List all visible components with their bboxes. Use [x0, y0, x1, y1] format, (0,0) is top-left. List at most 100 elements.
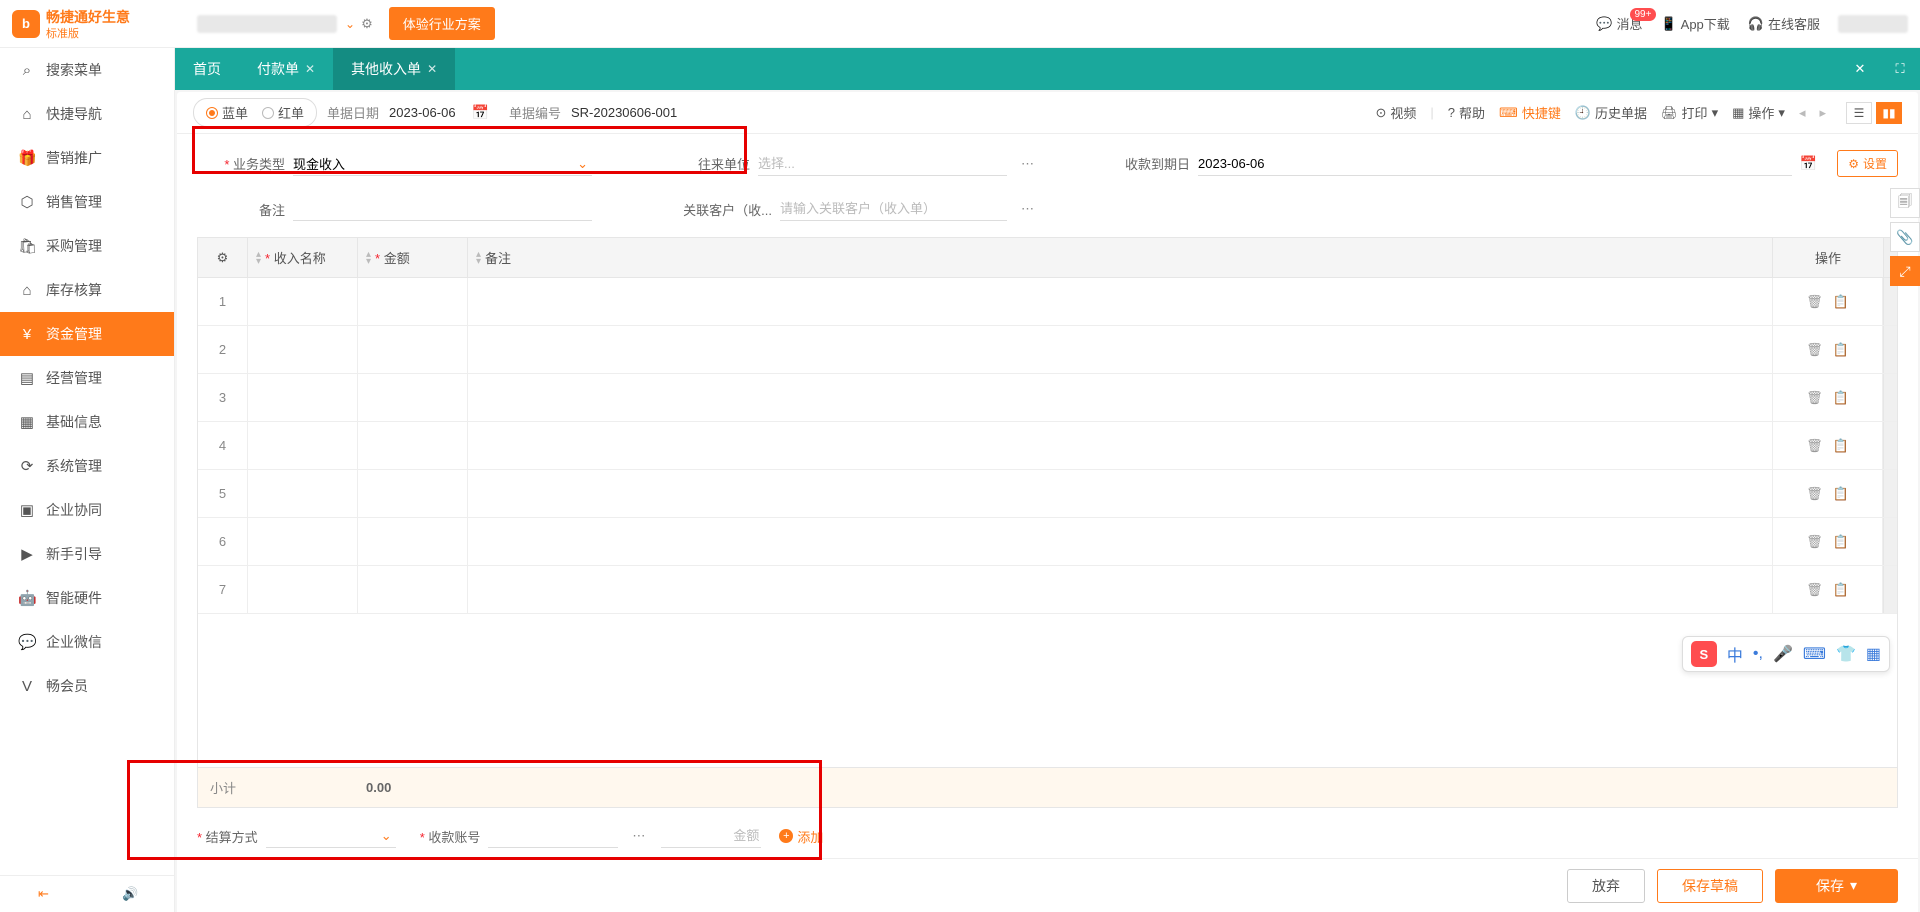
ime-mic-icon[interactable]: 🎤 — [1773, 644, 1793, 664]
table-row[interactable]: 2🗑📋 — [198, 326, 1897, 374]
cell-note[interactable] — [468, 326, 1773, 373]
cell-amount[interactable] — [358, 470, 468, 517]
ime-punct-icon[interactable]: •, — [1753, 645, 1763, 663]
cell-income-name[interactable] — [248, 278, 358, 325]
cell-note[interactable] — [468, 566, 1773, 613]
radio-blue[interactable]: 蓝单 — [206, 103, 248, 122]
row-delete-icon[interactable]: 🗑 — [1806, 342, 1823, 358]
gear-icon[interactable]: ⚙ — [355, 12, 379, 36]
col-amount[interactable]: ▴▾金额 — [358, 238, 468, 277]
row-copy-icon[interactable]: 📋 — [1833, 438, 1849, 454]
calendar-icon[interactable]: 📅 — [1800, 155, 1817, 172]
row-copy-icon[interactable]: 📋 — [1833, 582, 1849, 598]
tab-expand-button[interactable]: ⛶ — [1880, 48, 1920, 90]
sidebar-item-9[interactable]: ⟳系统管理 — [0, 444, 174, 488]
ime-toolbar[interactable]: S 中 •, 🎤 ⌨ 👕 ▦ — [1682, 636, 1890, 672]
row-copy-icon[interactable]: 📋 — [1833, 342, 1849, 358]
table-row[interactable]: 7🗑📋 — [198, 566, 1897, 614]
cell-income-name[interactable] — [248, 326, 358, 373]
cell-amount[interactable] — [358, 278, 468, 325]
rail-note-button[interactable]: 🗐 — [1890, 188, 1920, 218]
tab-close-all-button[interactable]: ✕ — [1840, 48, 1880, 90]
tab-1[interactable]: 付款单✕ — [239, 48, 333, 90]
row-delete-icon[interactable]: 🗑 — [1806, 486, 1823, 502]
sidebar-item-0[interactable]: ⌕搜索菜单 — [0, 48, 174, 92]
partner-input[interactable] — [758, 152, 1007, 176]
try-industry-plan-button[interactable]: 体验行业方案 — [389, 7, 495, 40]
sidebar-item-14[interactable]: V畅会员 — [0, 664, 174, 708]
row-copy-icon[interactable]: 📋 — [1833, 390, 1849, 406]
row-delete-icon[interactable]: 🗑 — [1806, 534, 1823, 550]
row-copy-icon[interactable]: 📋 — [1833, 486, 1849, 502]
sidebar-item-11[interactable]: ▶新手引导 — [0, 532, 174, 576]
col-income-name[interactable]: ▴▾收入名称 — [248, 238, 358, 277]
table-row[interactable]: 4🗑📋 — [198, 422, 1897, 470]
cell-income-name[interactable] — [248, 374, 358, 421]
sidebar-item-7[interactable]: ▤经营管理 — [0, 356, 174, 400]
sidebar-item-2[interactable]: 🎁营销推广 — [0, 136, 174, 180]
ops-link[interactable]: ▦操作▾ — [1732, 103, 1785, 122]
sidebar-collapse-button[interactable]: ⇤ — [0, 876, 87, 912]
row-delete-icon[interactable]: 🗑 — [1806, 294, 1823, 310]
cell-note[interactable] — [468, 422, 1773, 469]
biz-type-input[interactable] — [293, 152, 592, 176]
cell-amount[interactable] — [358, 374, 468, 421]
ime-toolbox-icon[interactable]: ▦ — [1866, 644, 1881, 664]
sidebar-item-6[interactable]: ¥资金管理 — [0, 312, 174, 356]
table-row[interactable]: 1🗑📋 — [198, 278, 1897, 326]
column-settings-button[interactable]: ⚙ — [198, 238, 248, 277]
save-draft-button[interactable]: 保存草稿 — [1657, 869, 1763, 903]
help-link[interactable]: ?帮助 — [1448, 103, 1485, 122]
sidebar-item-1[interactable]: ⌂快捷导航 — [0, 92, 174, 136]
tab-0[interactable]: 首页 — [175, 48, 239, 90]
view-card-button[interactable]: ▮▮ — [1876, 102, 1902, 124]
table-row[interactable]: 3🗑📋 — [198, 374, 1897, 422]
doc-date-value[interactable]: 2023-06-06 — [389, 105, 456, 120]
cell-amount[interactable] — [358, 518, 468, 565]
rel-customer-lookup-button[interactable]: ⋯ — [1015, 201, 1042, 217]
online-service-link[interactable]: 🎧 在线客服 — [1748, 14, 1820, 33]
save-button[interactable]: 保存▾ — [1775, 869, 1898, 903]
sidebar-item-5[interactable]: ⌂库存核算 — [0, 268, 174, 312]
view-list-button[interactable]: ☰ — [1846, 102, 1872, 124]
user-avatar-blurred[interactable] — [1838, 15, 1908, 33]
table-row[interactable]: 6🗑📋 — [198, 518, 1897, 566]
sidebar-item-4[interactable]: 🛍采购管理 — [0, 224, 174, 268]
partner-lookup-button[interactable]: ⋯ — [1015, 156, 1042, 172]
sidebar-item-12[interactable]: 🤖智能硬件 — [0, 576, 174, 620]
app-download-link[interactable]: 📱 App下载 — [1660, 14, 1729, 33]
row-delete-icon[interactable]: 🗑 — [1806, 438, 1823, 454]
settle-account-input[interactable] — [488, 824, 618, 848]
sidebar-item-10[interactable]: ▣企业协同 — [0, 488, 174, 532]
company-selector[interactable]: ⌄ — [197, 15, 355, 33]
tab-close-icon[interactable]: ✕ — [427, 62, 437, 76]
ime-keyboard-icon[interactable]: ⌨ — [1803, 644, 1826, 664]
cell-income-name[interactable] — [248, 518, 358, 565]
ime-skin-icon[interactable]: 👕 — [1836, 644, 1856, 664]
messages-link[interactable]: 💬 消息 99+ — [1596, 14, 1642, 33]
sidebar-sound-button[interactable]: 🔊 — [87, 876, 174, 912]
cell-income-name[interactable] — [248, 422, 358, 469]
table-row[interactable]: 5🗑📋 — [198, 470, 1897, 518]
cell-note[interactable] — [468, 374, 1773, 421]
row-copy-icon[interactable]: 📋 — [1833, 534, 1849, 550]
discard-button[interactable]: 放弃 — [1567, 869, 1645, 903]
settle-account-lookup-button[interactable]: ⋯ — [626, 828, 653, 844]
cell-amount[interactable] — [358, 566, 468, 613]
row-delete-icon[interactable]: 🗑 — [1806, 390, 1823, 406]
sidebar-item-8[interactable]: ▦基础信息 — [0, 400, 174, 444]
row-delete-icon[interactable]: 🗑 — [1806, 582, 1823, 598]
ime-lang[interactable]: 中 — [1727, 642, 1743, 666]
remark-input[interactable] — [293, 197, 592, 221]
nav-prev-button[interactable]: ◂ — [1799, 105, 1806, 121]
col-note[interactable]: ▴▾备注 — [468, 238, 1773, 277]
tab-close-icon[interactable]: ✕ — [305, 62, 315, 76]
shortcut-link[interactable]: ⌨快捷键 — [1499, 103, 1561, 122]
cell-income-name[interactable] — [248, 566, 358, 613]
cell-amount[interactable] — [358, 422, 468, 469]
row-copy-icon[interactable]: 📋 — [1833, 294, 1849, 310]
calendar-icon[interactable]: 📅 — [472, 104, 489, 121]
cell-amount[interactable] — [358, 326, 468, 373]
cell-note[interactable] — [468, 470, 1773, 517]
rel-customer-input[interactable] — [780, 197, 1007, 221]
